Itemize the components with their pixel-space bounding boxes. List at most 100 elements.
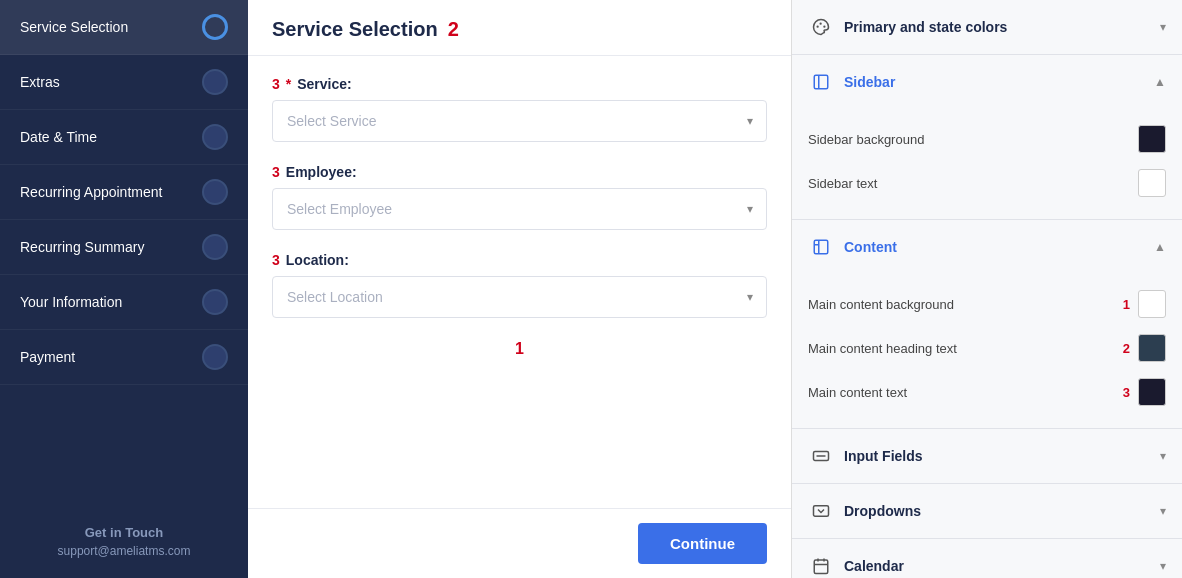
sidebar-item-payment[interactable]: Payment — [0, 330, 248, 385]
service-label: 3 * Service: — [272, 76, 767, 92]
right-section-header-calendar[interactable]: Calendar ▾ — [792, 539, 1182, 578]
center-header-title: Service Selection 2 — [272, 18, 767, 41]
section-title-calendar: Calendar — [844, 558, 904, 574]
color-row-label-content-2: Main content text — [808, 385, 907, 400]
section-title-input-fields: Input Fields — [844, 448, 923, 464]
employee-select[interactable]: Select Employee — [272, 188, 767, 230]
location-form-group: 3 Location: Select Location ▾ — [272, 252, 767, 318]
right-section-calendar: Calendar ▾ — [792, 539, 1182, 578]
svg-point-0 — [817, 26, 819, 28]
sidebar-item-label-payment: Payment — [20, 349, 202, 365]
right-section-header-sidebar[interactable]: Sidebar ▲ — [792, 55, 1182, 109]
color-row-sidebar-0: Sidebar background — [808, 117, 1166, 161]
color-row-right-content-2: 3 — [1123, 378, 1166, 406]
sidebar-item-your-information[interactable]: Your Information — [0, 275, 248, 330]
right-section-header-primary-state-colors[interactable]: Primary and state colors▾ — [792, 0, 1182, 54]
color-row-label-sidebar-0: Sidebar background — [808, 132, 924, 147]
color-row-right-content-1: 2 — [1123, 334, 1166, 362]
color-swatch-content-1[interactable] — [1138, 334, 1166, 362]
color-row-sidebar-1: Sidebar text — [808, 161, 1166, 205]
employee-label: 3 Employee: — [272, 164, 767, 180]
service-label-text: Service: — [297, 76, 351, 92]
sidebar-item-label-service-selection: Service Selection — [20, 19, 202, 35]
employee-form-group: 3 Employee: Select Employee ▾ — [272, 164, 767, 230]
service-form-group: 3 * Service: Select Service ▾ — [272, 76, 767, 142]
center-body: 3 * Service: Select Service ▾ 3 Employee… — [248, 56, 791, 508]
section-left-input-fields: Input Fields — [808, 443, 923, 469]
location-select-wrapper: Select Location ▾ — [272, 276, 767, 318]
sidebar-item-circle-recurring-summary — [202, 234, 228, 260]
sidebar-item-extras[interactable]: Extras — [0, 55, 248, 110]
location-select[interactable]: Select Location — [272, 276, 767, 318]
color-row-right-sidebar-1 — [1138, 169, 1166, 197]
svg-point-1 — [820, 23, 822, 25]
svg-point-2 — [823, 26, 825, 28]
empty-num: 1 — [515, 340, 524, 358]
continue-button[interactable]: Continue — [638, 523, 767, 564]
right-section-header-input-fields[interactable]: Input Fields ▾ — [792, 429, 1182, 483]
right-section-dropdowns: Dropdowns▾ — [792, 484, 1182, 539]
section-left-calendar: Calendar — [808, 553, 904, 578]
sidebar-item-recurring-summary[interactable]: Recurring Summary — [0, 220, 248, 275]
chevron-input-fields-icon: ▾ — [1160, 449, 1166, 463]
employee-req-num: 3 — [272, 164, 280, 180]
sidebar-item-circle-extras — [202, 69, 228, 95]
center-title-num: 2 — [448, 18, 459, 41]
sidebar: Service Selection ExtrasDate & Time Recurr… — [0, 0, 248, 578]
color-row-content-1: Main content heading text2 — [808, 326, 1166, 370]
color-swatch-sidebar-0[interactable] — [1138, 125, 1166, 153]
color-num-content-2: 3 — [1123, 385, 1130, 400]
svg-rect-3 — [814, 75, 828, 89]
section-left-dropdowns: Dropdowns — [808, 498, 921, 524]
chevron-sidebar-icon: ▲ — [1154, 75, 1166, 89]
color-swatch-content-2[interactable] — [1138, 378, 1166, 406]
location-label-text: Location: — [286, 252, 349, 268]
center-content: Service Selection 2 3 * Service: Select … — [248, 0, 792, 578]
sidebar-item-label-your-information: Your Information — [20, 294, 202, 310]
center-title-text: Service Selection — [272, 18, 438, 41]
color-row-right-content-0: 1 — [1123, 290, 1166, 318]
section-left-primary-state-colors: Primary and state colors — [808, 14, 1007, 40]
right-section-primary-state-colors: Primary and state colors▾ — [792, 0, 1182, 55]
color-row-label-content-0: Main content background — [808, 297, 954, 312]
sidebar-item-circle-recurring-appointment — [202, 179, 228, 205]
chevron-calendar-icon: ▾ — [1160, 559, 1166, 573]
main-container: Service Selection ExtrasDate & Time Recurr… — [0, 0, 1182, 578]
section-left-sidebar: Sidebar — [808, 69, 895, 95]
empty-area: 1 — [272, 340, 767, 358]
service-req-star: * — [286, 76, 291, 92]
color-row-right-sidebar-0 — [1138, 125, 1166, 153]
right-section-input-fields: Input Fields ▾ — [792, 429, 1182, 484]
service-select-wrapper: Select Service ▾ — [272, 100, 767, 142]
color-swatch-content-0[interactable] — [1138, 290, 1166, 318]
sidebar-item-label-recurring-summary: Recurring Summary — [20, 239, 202, 255]
service-req-num: 3 — [272, 76, 280, 92]
center-header: Service Selection 2 — [248, 0, 791, 56]
service-select[interactable]: Select Service — [272, 100, 767, 142]
location-label: 3 Location: — [272, 252, 767, 268]
sidebar-item-recurring-appointment[interactable]: Recurring Appointment — [0, 165, 248, 220]
sidebar-support-email: support@ameliatms.com — [58, 544, 191, 558]
sidebar-item-circle-service-selection — [202, 14, 228, 40]
sidebar-item-date-time[interactable]: Date & Time — [0, 110, 248, 165]
section-title-dropdowns: Dropdowns — [844, 503, 921, 519]
section-title-primary-state-colors: Primary and state colors — [844, 19, 1007, 35]
section-left-content: Content — [808, 234, 897, 260]
calendar-icon — [808, 553, 834, 578]
svg-rect-11 — [814, 560, 828, 574]
right-section-header-dropdowns[interactable]: Dropdowns▾ — [792, 484, 1182, 538]
sidebar-item-circle-your-information — [202, 289, 228, 315]
dropdown-icon — [808, 498, 834, 524]
sidebar-item-label-recurring-appointment: Recurring Appointment — [20, 184, 202, 200]
right-section-body-sidebar: Sidebar background Sidebar text — [792, 109, 1182, 219]
section-title-sidebar: Sidebar — [844, 74, 895, 90]
right-section-header-content[interactable]: Content▲ — [792, 220, 1182, 274]
sidebar-footer: Get in Touch support@ameliatms.com — [0, 505, 248, 578]
svg-rect-10 — [814, 506, 829, 517]
color-num-content-0: 1 — [1123, 297, 1130, 312]
sidebar-item-service-selection[interactable]: Service Selection — [0, 0, 248, 55]
color-swatch-sidebar-1[interactable] — [1138, 169, 1166, 197]
color-row-label-sidebar-1: Sidebar text — [808, 176, 877, 191]
center-footer: Continue — [248, 508, 791, 578]
location-req-num: 3 — [272, 252, 280, 268]
